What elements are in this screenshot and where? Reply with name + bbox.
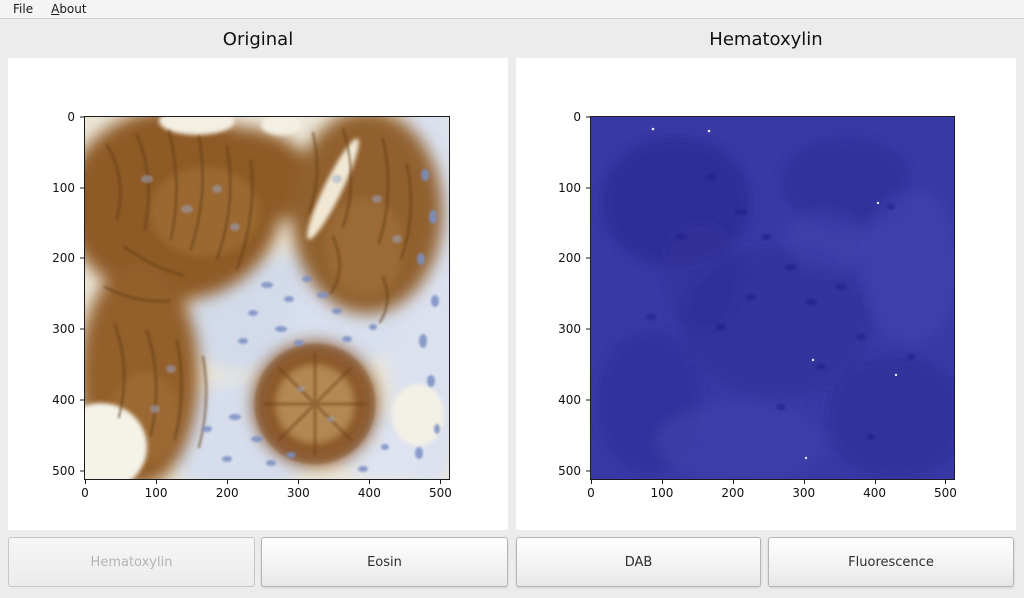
x-tick-mark: [85, 480, 86, 484]
app-window: File About Original Hematoxylin 0 100 20…: [0, 0, 1024, 598]
y-tick-mark: [586, 257, 590, 259]
y-tick-mark: [80, 399, 84, 401]
hematoxylin-channel-image: [591, 117, 954, 479]
y-tick-mark: [80, 187, 84, 189]
dab-button[interactable]: DAB: [516, 537, 761, 587]
hematoxylin-panel: 0 100 200 300 400 500 0 100 200 300 400 500: [516, 58, 1016, 530]
x-tick-mark: [874, 480, 876, 484]
y-tick-label: 300: [52, 322, 75, 337]
y-tick-mark: [586, 470, 590, 472]
y-tick-label: 200: [52, 251, 75, 266]
fluorescence-button[interactable]: Fluorescence: [768, 537, 1014, 587]
y-tick-label: 400: [558, 392, 581, 407]
x-tick-label: 200: [721, 486, 745, 500]
original-plot: 0 100 200 300 400 500 0 100 200 300 400 500: [52, 110, 452, 500]
y-tick-label: 400: [52, 392, 75, 407]
x-tick-label: 100: [144, 486, 168, 500]
y-tick-mark: [586, 187, 590, 189]
x-tick-label: 400: [863, 486, 887, 500]
x-tick-label: 0: [587, 486, 595, 500]
y-tick-mark: [586, 399, 590, 401]
x-tick-mark: [591, 480, 592, 484]
x-tick-mark: [156, 480, 158, 484]
menubar: File About: [0, 0, 1024, 19]
x-tick-mark: [661, 480, 663, 484]
y-tick-mark: [80, 257, 84, 259]
x-tick-mark: [440, 480, 442, 484]
eosin-button[interactable]: Eosin: [261, 537, 508, 587]
y-tick-label: 100: [558, 180, 581, 195]
original-micrograph-image: [85, 117, 449, 479]
original-panel: 0 100 200 300 400 500 0 100 200 300 400 500: [8, 58, 508, 530]
panel-title-hematoxylin: Hematoxylin: [709, 29, 823, 50]
x-tick-mark: [227, 480, 229, 484]
x-tick-label: 200: [215, 486, 239, 500]
y-tick-label: 300: [558, 322, 581, 337]
y-tick-label: 500: [558, 463, 581, 478]
gland-spokes-layer: [254, 343, 376, 465]
x-tick-mark: [945, 480, 947, 484]
y-tick-label: 0: [573, 110, 581, 124]
x-tick-mark: [369, 480, 371, 484]
y-tick-mark: [80, 470, 84, 472]
x-tick-mark: [803, 480, 805, 484]
hematoxylin-plot: 0 100 200 300 400 500 0 100 200 300 400 500: [558, 110, 957, 500]
x-tick-label: 300: [792, 486, 816, 500]
x-tick-label: 100: [650, 486, 674, 500]
y-tick-label: 200: [558, 251, 581, 266]
x-tick-label: 400: [357, 486, 381, 500]
y-tick-mark: [80, 116, 84, 118]
x-tick-label: 0: [81, 486, 89, 500]
x-tick-label: 500: [934, 486, 957, 500]
y-tick-mark: [586, 116, 590, 118]
panel-title-original: Original: [222, 29, 294, 50]
menu-file[interactable]: File: [4, 1, 42, 17]
x-tick-label: 300: [286, 486, 310, 500]
hematoxylin-button[interactable]: Hematoxylin: [8, 537, 255, 587]
menu-about[interactable]: About: [42, 1, 96, 17]
x-tick-mark: [732, 480, 734, 484]
y-tick-label: 0: [67, 110, 75, 124]
y-tick-mark: [80, 328, 84, 330]
x-tick-label: 500: [429, 486, 452, 500]
x-tick-mark: [298, 480, 300, 484]
y-tick-mark: [586, 328, 590, 330]
y-tick-label: 500: [52, 463, 75, 478]
y-tick-label: 100: [52, 180, 75, 195]
